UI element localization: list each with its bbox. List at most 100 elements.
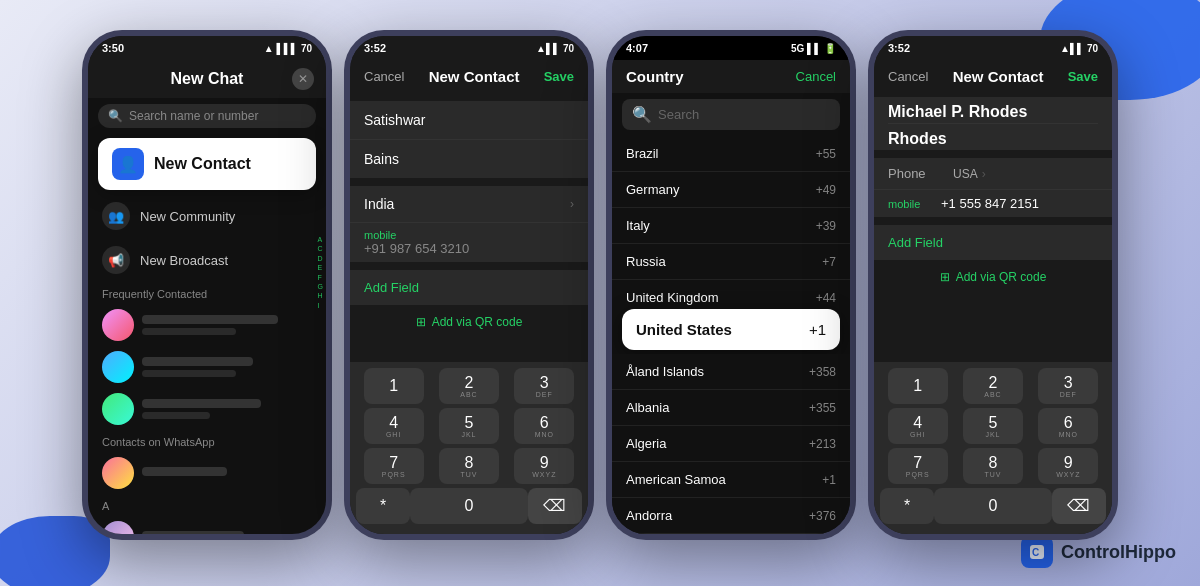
country-row-2[interactable]: India › — [350, 186, 588, 222]
close-button[interactable]: ✕ — [292, 68, 314, 90]
country-algeria[interactable]: Algeria +213 — [612, 426, 850, 462]
first-name-display[interactable]: Michael P. Rhodes — [874, 97, 1112, 123]
key4-9[interactable]: 9WXYZ — [1038, 448, 1098, 484]
community-label: New Community — [140, 209, 235, 224]
status-icons-2: ▲▌▌ 70 — [536, 43, 574, 54]
country-italy[interactable]: Italy +39 — [612, 208, 850, 244]
country-germany[interactable]: Germany +49 — [612, 172, 850, 208]
country-uk[interactable]: United Kingdom +44 — [612, 280, 850, 305]
contact-sub-bar-2 — [142, 370, 236, 377]
mobile-row-4[interactable]: mobile +1 555 847 2151 — [874, 189, 1112, 217]
menu-item-broadcast[interactable]: 📢 New Broadcast — [88, 238, 326, 282]
avatar-3 — [102, 393, 134, 425]
key-4[interactable]: 4GHI — [364, 408, 424, 444]
keypad-row-4-3: 7PQRS 8TUV 9WXYZ — [880, 448, 1106, 484]
key-2[interactable]: 2ABC — [439, 368, 499, 404]
status-bar-3: 4:07 5G ▌▌ 🔋 — [612, 36, 850, 60]
cancel-btn-2[interactable]: Cancel — [364, 69, 404, 84]
contact-info-2 — [142, 357, 312, 377]
key-5[interactable]: 5JKL — [439, 408, 499, 444]
contact-row-5 — [88, 516, 326, 534]
new-contact-icon: 👤 — [112, 148, 144, 180]
first-name-field[interactable]: Satishwar — [350, 101, 588, 140]
search-bar[interactable]: 🔍 Search name or number — [98, 104, 316, 128]
search-icon: 🔍 — [108, 109, 123, 123]
first-name-value: Satishwar — [364, 112, 425, 128]
contact-row-2 — [88, 346, 326, 388]
key4-3[interactable]: 3DEF — [1038, 368, 1098, 404]
mobile-number-4: +1 555 847 2151 — [941, 196, 1039, 211]
key4-0[interactable]: 0 — [934, 488, 1052, 524]
key4-5[interactable]: 5JKL — [963, 408, 1023, 444]
avatar-1 — [102, 309, 134, 341]
logo-text: ControlHippo — [1061, 542, 1176, 563]
keypad-row-4-4: * 0 ⌫ — [880, 488, 1106, 524]
country-code-display: USA — [953, 167, 978, 181]
key-6[interactable]: 6MNO — [514, 408, 574, 444]
phone-1-screen: 3:50 ▲ ▌▌▌ 70 New Chat ✕ 🔍 Search — [88, 36, 326, 534]
status-bar-2: 3:52 ▲▌▌ 70 — [350, 36, 588, 60]
us-popup-name: United States — [636, 321, 732, 338]
key4-8[interactable]: 8TUV — [963, 448, 1023, 484]
wifi-icon: ▲ — [264, 43, 274, 54]
mobile-label-4: mobile — [888, 198, 933, 210]
last-name-display[interactable]: Rhodes — [874, 124, 1112, 150]
qr-row-4[interactable]: ⊞ Add via QR code — [874, 260, 1112, 294]
key-star[interactable]: * — [356, 488, 410, 524]
country-cancel-btn[interactable]: Cancel — [796, 69, 836, 84]
contact-name-bar-3 — [142, 399, 261, 408]
add-field-btn-4[interactable]: Add Field — [874, 225, 1112, 260]
form-header-4: Cancel New Contact Save — [874, 60, 1112, 93]
key4-star[interactable]: * — [880, 488, 934, 524]
key4-1[interactable]: 1 — [888, 368, 948, 404]
key-7[interactable]: 7PQRS — [364, 448, 424, 484]
new-contact-popup[interactable]: 👤 New Contact — [98, 138, 316, 190]
key4-2[interactable]: 2ABC — [963, 368, 1023, 404]
menu-item-community[interactable]: 👥 New Community — [88, 194, 326, 238]
mobile-row-2[interactable]: mobile +91 987 654 3210 — [350, 222, 588, 262]
phone-1: 3:50 ▲ ▌▌▌ 70 New Chat ✕ 🔍 Search — [82, 30, 332, 540]
cancel-btn-4[interactable]: Cancel — [888, 69, 928, 84]
status-icons-3: 5G ▌▌ 🔋 — [791, 43, 836, 54]
key-9[interactable]: 9WXYZ — [514, 448, 574, 484]
country-brazil[interactable]: Brazil +55 — [612, 136, 850, 172]
key-0[interactable]: 0 — [410, 488, 528, 524]
key4-4[interactable]: 4GHI — [888, 408, 948, 444]
key-8[interactable]: 8TUV — [439, 448, 499, 484]
key4-delete[interactable]: ⌫ — [1052, 488, 1106, 524]
country-search[interactable]: 🔍 Search — [622, 99, 840, 130]
country-search-placeholder: Search — [658, 107, 699, 122]
last-name-field[interactable]: Bains — [350, 140, 588, 178]
country-albania[interactable]: Albania +355 — [612, 390, 850, 426]
keypad-row-4-2: 4GHI 5JKL 6MNO — [880, 408, 1106, 444]
country-russia[interactable]: Russia +7 — [612, 244, 850, 280]
phone-country-display[interactable]: USA › — [953, 167, 986, 181]
phone1-screen: 3:50 ▲ ▌▌▌ 70 New Chat ✕ 🔍 Search — [88, 36, 326, 534]
key4-6[interactable]: 6MNO — [1038, 408, 1098, 444]
signal-icon: ▌▌▌ — [277, 43, 298, 54]
add-field-btn-2[interactable]: Add Field — [350, 270, 588, 305]
logo-icon: C — [1021, 536, 1053, 568]
country-value-2: India — [364, 196, 394, 212]
time-4: 3:52 — [888, 42, 910, 54]
country-andorra[interactable]: Andorra +376 — [612, 498, 850, 534]
qr-row-2[interactable]: ⊞ Add via QR code — [350, 305, 588, 339]
phone3-screen: 4:07 5G ▌▌ 🔋 Country Cancel 🔍 Search — [612, 36, 850, 534]
country-aland[interactable]: Åland Islands +358 — [612, 354, 850, 390]
country-american-samoa[interactable]: American Samoa +1 — [612, 462, 850, 498]
keypad-row-3: 7PQRS 8TUV 9WXYZ — [356, 448, 582, 484]
qr-icon-4: ⊞ — [940, 270, 950, 284]
phone-4: 3:52 ▲▌▌ 70 Cancel New Contact Save Mich… — [868, 30, 1118, 540]
key-1[interactable]: 1 — [364, 368, 424, 404]
key-delete[interactable]: ⌫ — [528, 488, 582, 524]
contact-info-4 — [142, 467, 312, 480]
key4-7[interactable]: 7PQRS — [888, 448, 948, 484]
us-popup: United States +1 — [622, 309, 840, 350]
name-fields-4: Michael P. Rhodes Rhodes — [874, 97, 1112, 150]
avatar-4 — [102, 457, 134, 489]
contact-row-3 — [88, 388, 326, 430]
save-btn-2[interactable]: Save — [544, 69, 574, 84]
save-btn-4[interactable]: Save — [1068, 69, 1098, 84]
time-2: 3:52 — [364, 42, 386, 54]
key-3[interactable]: 3DEF — [514, 368, 574, 404]
